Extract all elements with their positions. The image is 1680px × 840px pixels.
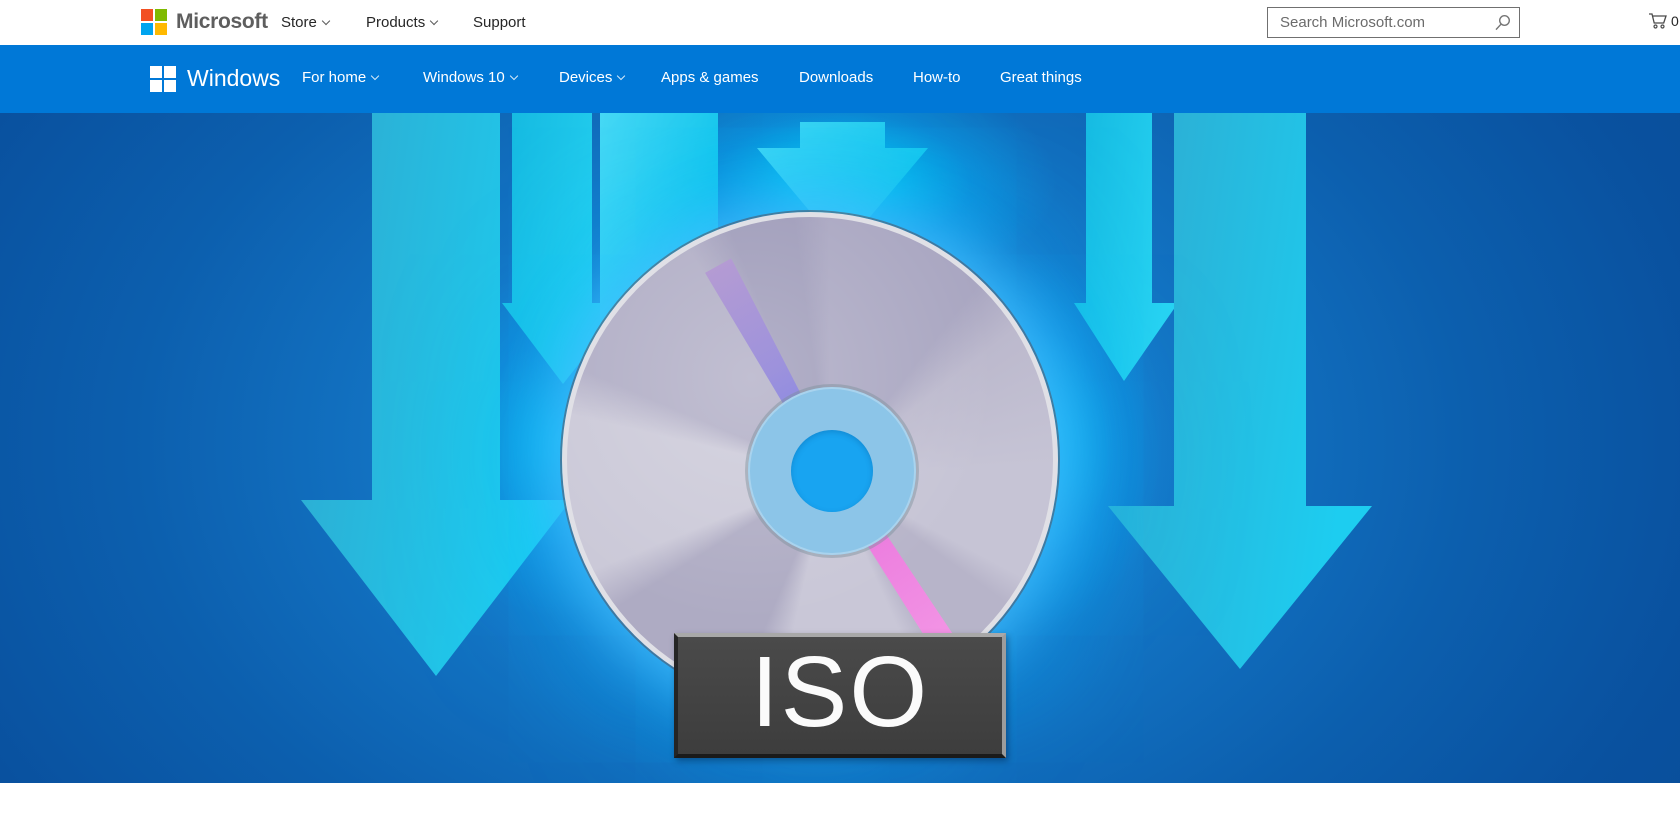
chevron-down-icon bbox=[371, 72, 379, 80]
nav-item-great-things[interactable]: Great things bbox=[1000, 69, 1082, 86]
windows-brand-text: Windows bbox=[187, 65, 280, 92]
chevron-down-icon bbox=[509, 72, 517, 80]
search-icon[interactable] bbox=[1494, 14, 1512, 32]
iso-label-plate: ISO bbox=[674, 633, 1006, 758]
chevron-down-icon bbox=[430, 17, 438, 25]
nav-item-for-home[interactable]: For home bbox=[302, 69, 378, 86]
top-header-bar: Microsoft Store Products Support 0 bbox=[0, 0, 1680, 45]
iso-label-text: ISO bbox=[751, 642, 929, 750]
cart-button[interactable]: 0 bbox=[1648, 11, 1679, 31]
nav-item-windows-10-label: Windows 10 bbox=[423, 69, 505, 86]
nav-item-downloads[interactable]: Downloads bbox=[799, 69, 873, 86]
menu-item-store[interactable]: Store bbox=[281, 14, 329, 31]
search-box bbox=[1267, 7, 1520, 38]
menu-item-support-label: Support bbox=[473, 14, 526, 31]
nav-item-downloads-label: Downloads bbox=[799, 69, 873, 86]
windows-brand[interactable]: Windows bbox=[150, 65, 280, 92]
nav-item-windows-10[interactable]: Windows 10 bbox=[423, 69, 517, 86]
cart-count: 0 bbox=[1671, 13, 1679, 29]
nav-item-devices-label: Devices bbox=[559, 69, 612, 86]
right-small-down-arrow bbox=[1074, 113, 1178, 381]
menu-item-products[interactable]: Products bbox=[366, 14, 437, 31]
nav-item-how-to[interactable]: How-to bbox=[913, 69, 961, 86]
chevron-down-icon bbox=[617, 72, 625, 80]
hero-iso-download-banner: ISO bbox=[0, 113, 1680, 783]
search-input[interactable] bbox=[1268, 8, 1519, 37]
nav-item-for-home-label: For home bbox=[302, 69, 366, 86]
menu-item-store-label: Store bbox=[281, 14, 317, 31]
disc-hub-hole bbox=[791, 430, 873, 512]
menu-item-products-label: Products bbox=[366, 14, 425, 31]
nav-item-great-things-label: Great things bbox=[1000, 69, 1082, 86]
microsoft-logo[interactable]: Microsoft bbox=[141, 9, 268, 35]
menu-item-support[interactable]: Support bbox=[473, 14, 526, 31]
chevron-down-icon bbox=[322, 17, 330, 25]
microsoft-logo-icon bbox=[141, 9, 167, 35]
microsoft-logo-text: Microsoft bbox=[176, 10, 268, 34]
nav-item-how-to-label: How-to bbox=[913, 69, 961, 86]
nav-item-apps-games[interactable]: Apps & games bbox=[661, 69, 759, 86]
page-bottom-whitespace bbox=[0, 783, 1680, 840]
windows-flag-icon bbox=[150, 66, 176, 92]
nav-item-apps-games-label: Apps & games bbox=[661, 69, 759, 86]
cart-icon bbox=[1648, 11, 1668, 31]
nav-item-devices[interactable]: Devices bbox=[559, 69, 624, 86]
windows-nav-bar: Windows For home Windows 10 Devices Apps… bbox=[0, 45, 1680, 113]
